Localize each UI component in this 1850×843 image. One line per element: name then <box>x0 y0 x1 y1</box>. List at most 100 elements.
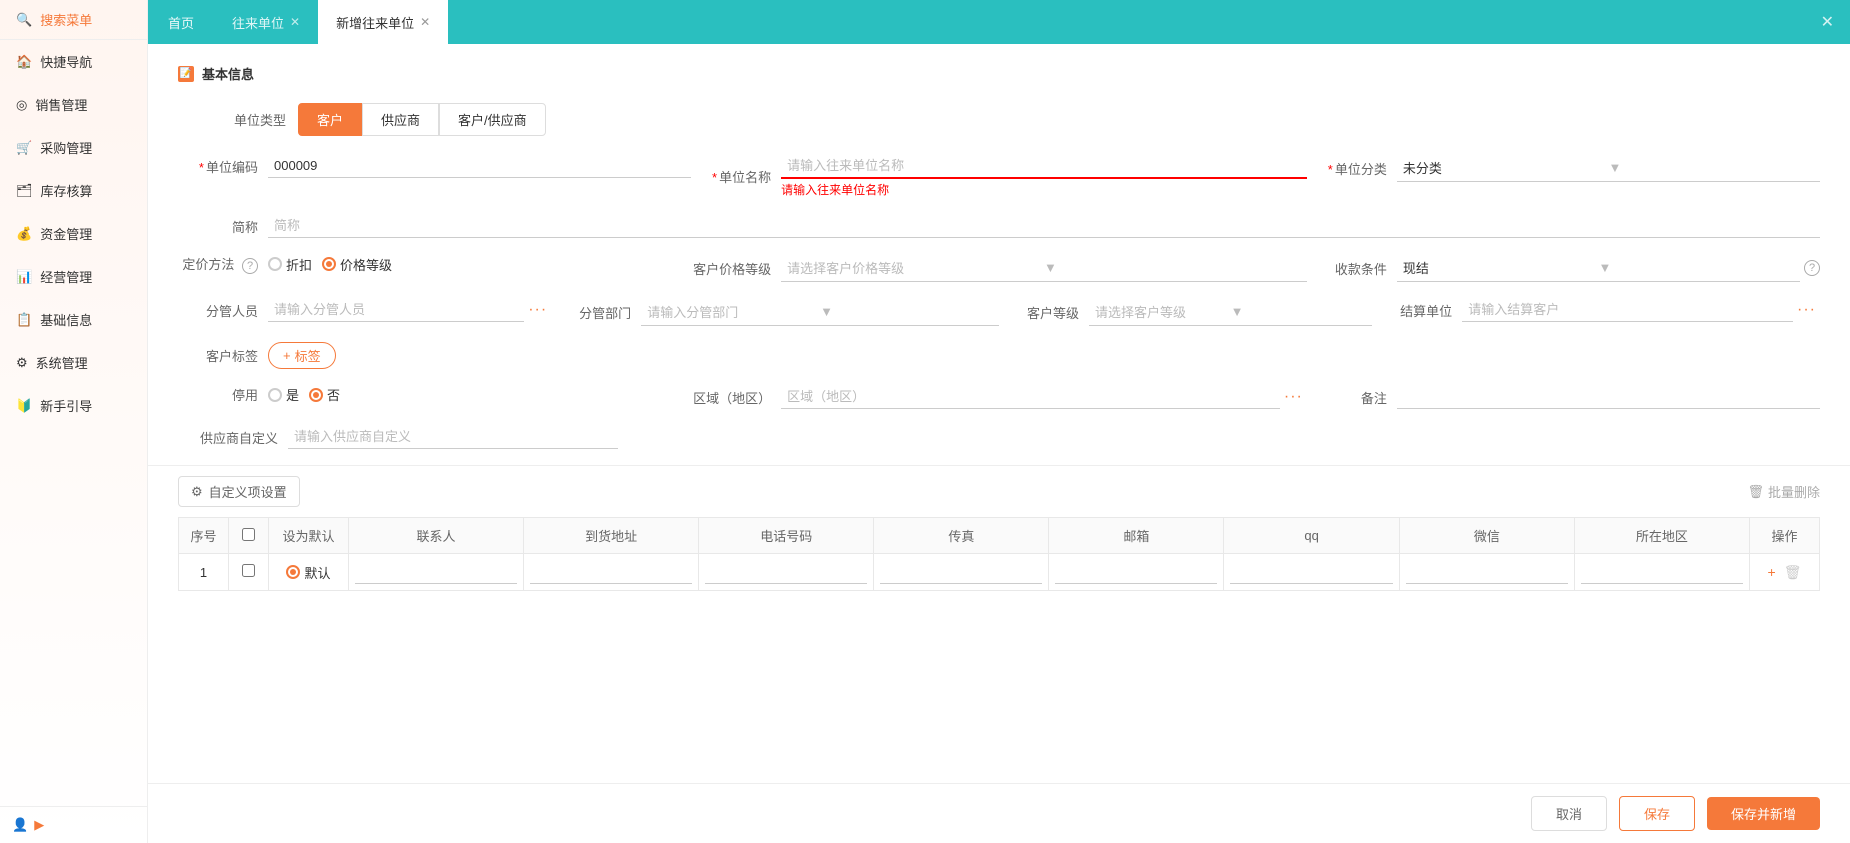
cell-fax[interactable] <box>874 554 1049 591</box>
table-section: ⚙ 自定义项设置 🗑 批量删除 序号 设为默认 联系人 到货地址 电话 <box>148 465 1850 591</box>
customer-tag-label: 客户标签 <box>178 346 268 365</box>
tab-bar: 首页 往来单位 ✕ 新增往来单位 ✕ ✕ <box>148 0 1850 44</box>
col-fax: 传真 <box>874 518 1049 554</box>
pricing-help-icon[interactable]: ? <box>242 258 258 274</box>
user-icon: 👤 <box>12 817 28 833</box>
unit-name-input[interactable] <box>781 154 1307 179</box>
col-qq: qq <box>1224 518 1399 554</box>
field-abbr: 简称 <box>178 214 1820 238</box>
unit-category-value: 未分类 <box>1403 158 1609 177</box>
sidebar-item-label: 库存核算 <box>41 181 93 200</box>
unit-code-input[interactable] <box>268 154 691 178</box>
pricing-level-radio[interactable]: 价格等级 <box>322 255 392 274</box>
sidebar-item-guide[interactable]: 🔰 新手引导 <box>0 384 147 427</box>
qq-input[interactable] <box>1230 560 1392 584</box>
fax-input[interactable] <box>880 560 1042 584</box>
sidebar-item-base-info[interactable]: 📋 基础信息 <box>0 298 147 341</box>
sidebar-item-inventory[interactable]: 🗂 库存核算 <box>0 169 147 212</box>
row-checkbox[interactable] <box>242 564 255 577</box>
contact-input[interactable] <box>355 560 517 584</box>
wechat-input[interactable] <box>1406 560 1568 584</box>
cell-wechat[interactable] <box>1399 554 1574 591</box>
row-default-radio[interactable]: 默认 <box>275 563 342 582</box>
supplier-custom-input[interactable] <box>288 425 618 449</box>
sidebar-item-quick-nav[interactable]: 🏠 快捷导航 <box>0 40 147 83</box>
unit-type-supplier-button[interactable]: 供应商 <box>362 103 439 136</box>
customer-level-select[interactable]: 请选择客户等级 ▼ <box>1089 298 1372 326</box>
row-add-button[interactable]: + <box>1768 564 1776 581</box>
region-more-button[interactable]: ··· <box>1280 388 1307 406</box>
select-all-checkbox[interactable] <box>242 528 255 541</box>
address-input[interactable] <box>530 560 692 584</box>
window-close-button[interactable]: ✕ <box>1805 0 1850 44</box>
add-tag-button[interactable]: + 标签 <box>268 342 336 369</box>
cell-address[interactable] <box>524 554 699 591</box>
cancel-button[interactable]: 取消 <box>1531 796 1607 831</box>
remark-label: 备注 <box>1307 388 1397 407</box>
main-content: 首页 往来单位 ✕ 新增往来单位 ✕ ✕ 📝 基本信息 单位类型 客户 供应商 … <box>148 0 1850 843</box>
tab-home[interactable]: 首页 <box>148 0 214 44</box>
unit-type-customer-button[interactable]: 客户 <box>298 103 362 136</box>
region-table-input[interactable] <box>1581 560 1743 584</box>
tab-partner-new[interactable]: 新增往来单位 ✕ <box>318 0 448 44</box>
settlement-unit-more-button[interactable]: ··· <box>1793 301 1820 319</box>
cell-phone[interactable] <box>699 554 874 591</box>
custom-settings-button[interactable]: ⚙ 自定义项设置 <box>178 476 300 507</box>
disable-yes-label: 是 <box>286 385 299 404</box>
unit-category-chevron: ▼ <box>1608 160 1814 175</box>
email-input[interactable] <box>1055 560 1217 584</box>
system-icon: ⚙ <box>16 355 28 371</box>
batch-delete-button[interactable]: 🗑 批量删除 <box>1747 482 1820 501</box>
disable-no-radio[interactable]: 否 <box>309 385 340 404</box>
field-pricing: 定价方法 ? 折扣 价格等级 <box>178 254 691 274</box>
finance-icon: 💰 <box>16 226 32 242</box>
unit-type-both-button[interactable]: 客户/供应商 <box>439 103 546 136</box>
col-phone: 电话号码 <box>699 518 874 554</box>
operations-icon: 📊 <box>16 269 32 285</box>
field-supplier-custom: 供应商自定义 <box>178 425 618 449</box>
region-input[interactable] <box>781 385 1280 409</box>
save-button[interactable]: 保存 <box>1619 796 1695 831</box>
search-menu-item[interactable]: 🔍 搜索菜单 <box>0 0 147 40</box>
save-and-new-button[interactable]: 保存并新增 <box>1707 797 1820 830</box>
unit-category-select[interactable]: 未分类 ▼ <box>1397 154 1820 182</box>
tab-partner-list[interactable]: 往来单位 ✕ <box>214 0 318 44</box>
cell-contact[interactable] <box>349 554 524 591</box>
field-manager: 分管人员 ··· <box>178 298 551 322</box>
sidebar-item-purchase[interactable]: 🛒 采购管理 <box>0 126 147 169</box>
cell-seq: 1 <box>179 554 229 591</box>
inventory-icon: 🗂 <box>16 183 33 199</box>
tab-partner-new-close[interactable]: ✕ <box>420 16 430 28</box>
batch-delete-label: 批量删除 <box>1768 482 1820 501</box>
row-delete-button[interactable]: 🗑 <box>1784 564 1802 581</box>
cell-qq[interactable] <box>1224 554 1399 591</box>
phone-input[interactable] <box>705 560 867 584</box>
cell-email[interactable] <box>1049 554 1224 591</box>
sidebar-item-system[interactable]: ⚙ 系统管理 <box>0 341 147 384</box>
pricing-discount-radio[interactable]: 折扣 <box>268 255 312 274</box>
remark-input[interactable] <box>1397 385 1820 409</box>
field-region: 区域（地区） ··· <box>691 385 1307 409</box>
field-disable: 停用 是 否 <box>178 385 691 404</box>
department-select[interactable]: 请输入分管部门 ▼ <box>641 298 999 326</box>
manager-input[interactable] <box>268 298 524 322</box>
field-customer-level: 客户等级 请选择客户等级 ▼ <box>999 298 1372 326</box>
cell-region[interactable] <box>1574 554 1749 591</box>
add-tag-label: 标签 <box>295 346 321 365</box>
sidebar-item-finance[interactable]: 💰 资金管理 <box>0 212 147 255</box>
manager-more-button[interactable]: ··· <box>524 301 551 319</box>
abbr-input[interactable] <box>268 214 1820 238</box>
sidebar-item-sales[interactable]: ◎ 销售管理 <box>0 83 147 126</box>
payment-terms-chevron: ▼ <box>1598 260 1794 275</box>
sidebar-item-operations[interactable]: 📊 经营管理 <box>0 255 147 298</box>
cell-checkbox[interactable] <box>229 554 269 591</box>
settlement-unit-input[interactable] <box>1462 298 1793 322</box>
payment-terms-select[interactable]: 现结 ▼ <box>1397 254 1800 282</box>
disable-yes-radio[interactable]: 是 <box>268 385 299 404</box>
payment-terms-help-icon[interactable]: ? <box>1804 260 1820 276</box>
customer-price-level-select[interactable]: 请选择客户价格等级 ▼ <box>781 254 1307 282</box>
region-label: 区域（地区） <box>691 388 781 407</box>
table-header-row: 序号 设为默认 联系人 到货地址 电话号码 传真 邮箱 qq 微信 所在地区 操… <box>179 518 1820 554</box>
tab-partner-list-close[interactable]: ✕ <box>290 16 300 28</box>
customer-level-chevron: ▼ <box>1231 304 1367 319</box>
